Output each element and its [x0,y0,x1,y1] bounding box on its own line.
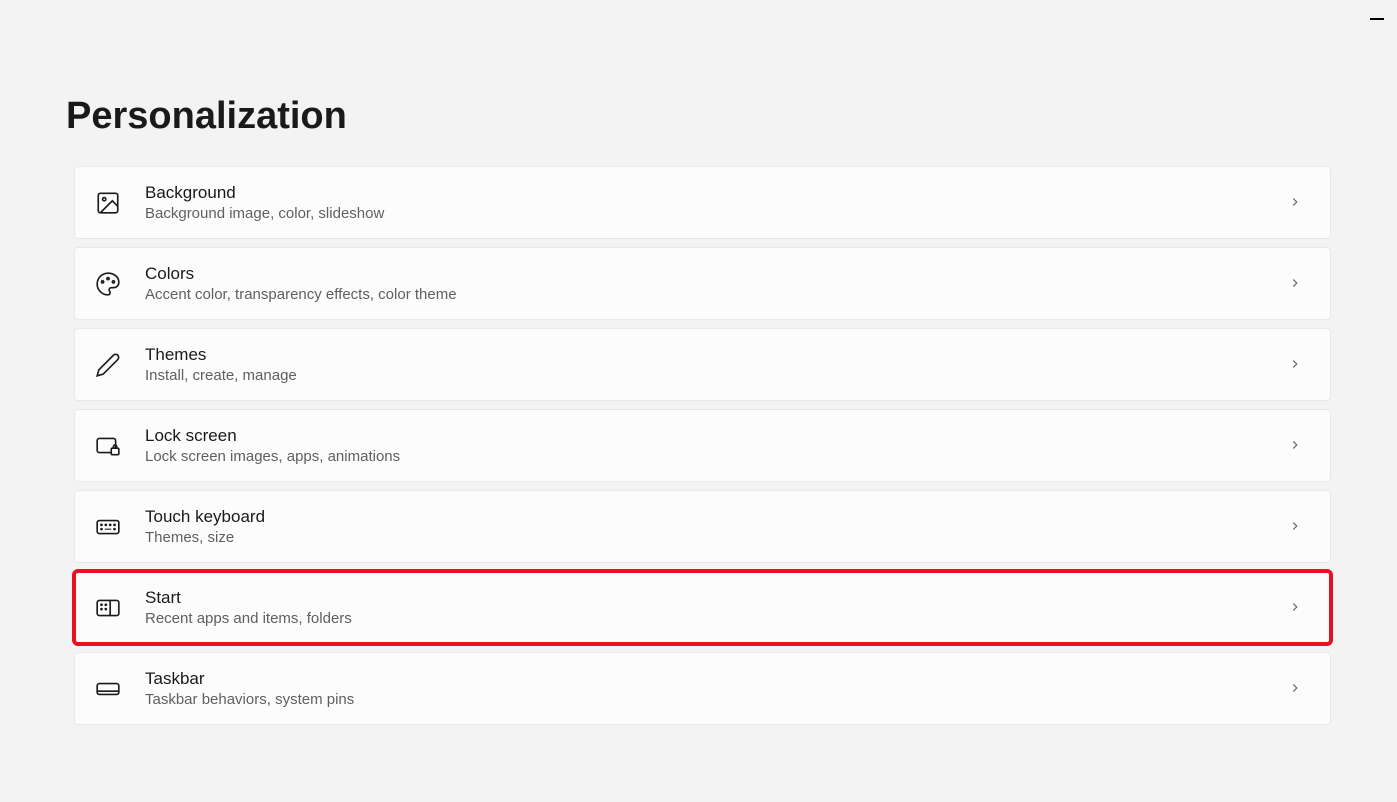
settings-item-themes[interactable]: Themes Install, create, manage [74,328,1331,401]
settings-item-taskbar[interactable]: Taskbar Taskbar behaviors, system pins [74,652,1331,725]
item-description: Taskbar behaviors, system pins [145,691,1288,708]
item-description: Recent apps and items, folders [145,610,1288,627]
item-title: Themes [145,345,1288,365]
settings-item-background[interactable]: Background Background image, color, slid… [74,166,1331,239]
start-icon [95,595,121,621]
settings-item-colors[interactable]: Colors Accent color, transparency effect… [74,247,1331,320]
chevron-right-icon [1288,519,1304,535]
settings-item-start[interactable]: Start Recent apps and items, folders [74,571,1331,644]
settings-item-touch-keyboard[interactable]: Touch keyboard Themes, size [74,490,1331,563]
item-description: Themes, size [145,529,1288,546]
item-title: Lock screen [145,426,1288,446]
item-content: Themes Install, create, manage [145,345,1288,384]
image-icon [95,190,121,216]
chevron-right-icon [1288,195,1304,211]
item-content: Background Background image, color, slid… [145,183,1288,222]
lockscreen-icon [95,433,121,459]
item-content: Start Recent apps and items, folders [145,588,1288,627]
item-description: Background image, color, slideshow [145,205,1288,222]
chevron-right-icon [1288,681,1304,697]
item-title: Background [145,183,1288,203]
settings-item-lock-screen[interactable]: Lock screen Lock screen images, apps, an… [74,409,1331,482]
minimize-button[interactable] [1370,18,1384,20]
chevron-right-icon [1288,357,1304,373]
chevron-right-icon [1288,600,1304,616]
item-title: Colors [145,264,1288,284]
item-description: Lock screen images, apps, animations [145,448,1288,465]
item-content: Lock screen Lock screen images, apps, an… [145,426,1288,465]
item-title: Start [145,588,1288,608]
page-title: Personalization [66,95,1331,138]
taskbar-icon [95,676,121,702]
settings-container: Personalization Background Background im… [0,0,1397,725]
item-title: Taskbar [145,669,1288,689]
palette-icon [95,271,121,297]
item-content: Touch keyboard Themes, size [145,507,1288,546]
item-content: Colors Accent color, transparency effect… [145,264,1288,303]
item-title: Touch keyboard [145,507,1288,527]
chevron-right-icon [1288,276,1304,292]
item-description: Install, create, manage [145,367,1288,384]
keyboard-icon [95,514,121,540]
settings-list: Background Background image, color, slid… [66,166,1331,725]
item-description: Accent color, transparency effects, colo… [145,286,1288,303]
chevron-right-icon [1288,438,1304,454]
item-content: Taskbar Taskbar behaviors, system pins [145,669,1288,708]
pen-icon [95,352,121,378]
